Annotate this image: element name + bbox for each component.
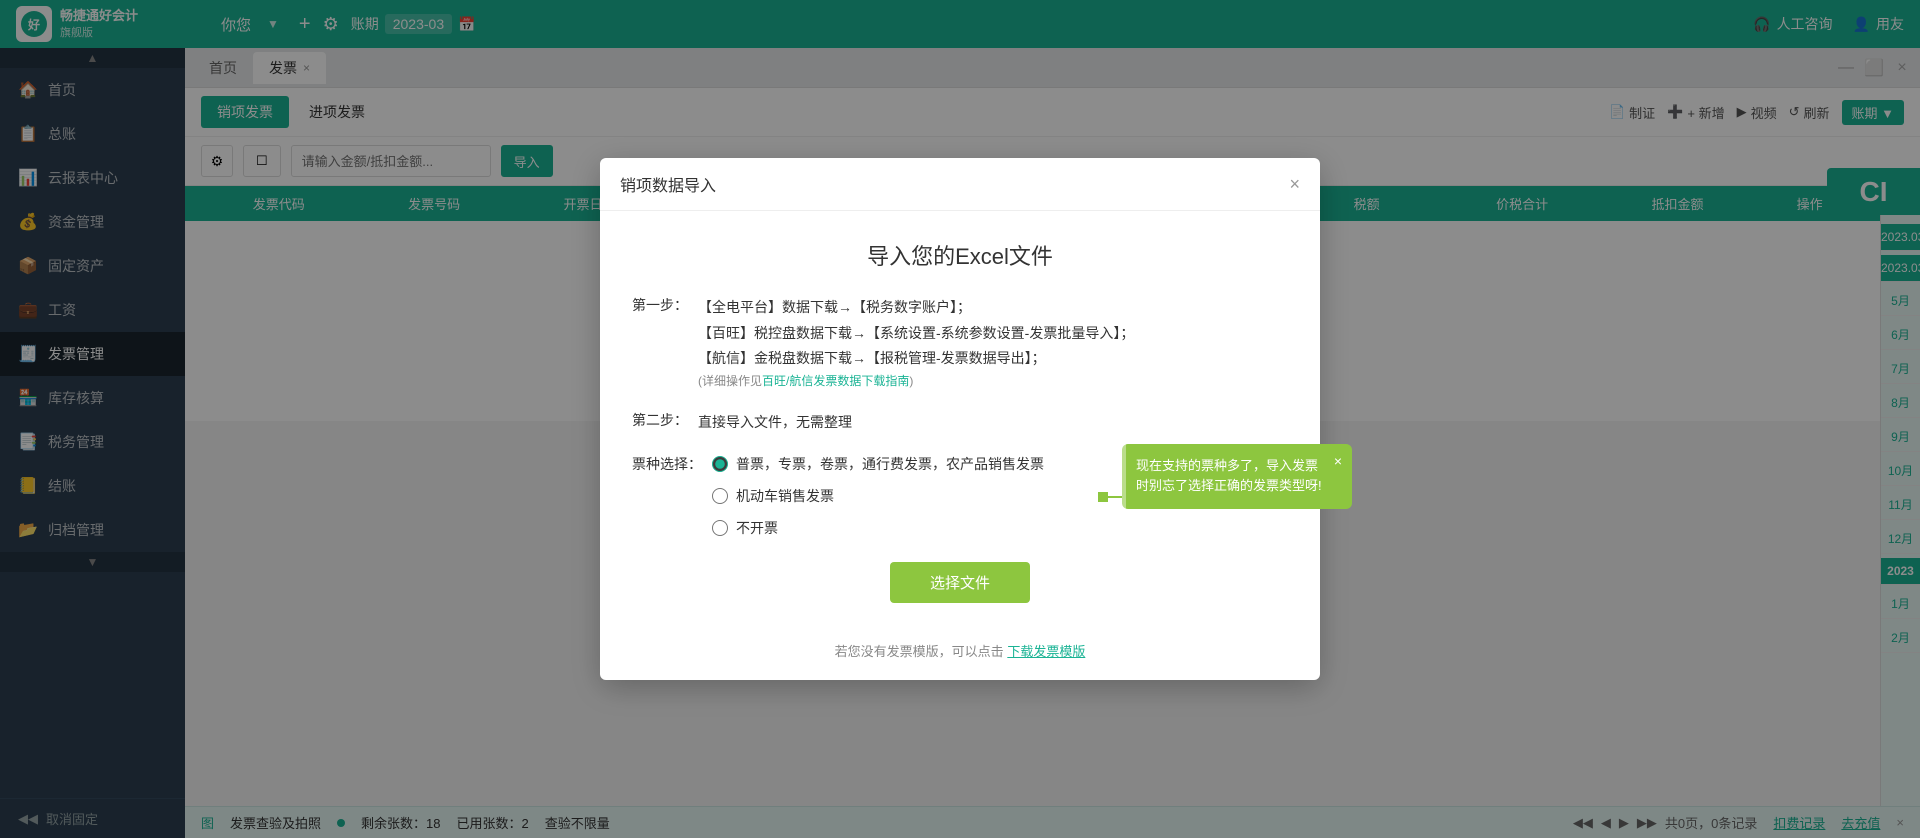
radio-input-3[interactable]: [712, 520, 728, 536]
radio-group: 普票，专票，卷票，通行费发票，农产品销售发票 机动车销售发票 不开票: [712, 454, 1044, 538]
modal-footer: 若您没有发票模版，可以点击 下载发票模版: [600, 627, 1320, 680]
radio-input-2[interactable]: [712, 488, 728, 504]
step2: 第二步： 直接导入文件，无需整理: [632, 410, 1288, 435]
ticket-label: 票种选择：: [632, 454, 702, 538]
guide-link[interactable]: 百旺/航信发票数据下载指南: [762, 374, 909, 388]
modal-title: 销项数据导入: [620, 172, 716, 196]
step1-content: 【全电平台】数据下载→【税务数字账户】； 【百旺】税控盘数据下载→【系统设置-系…: [698, 295, 1134, 392]
step2-text: 直接导入文件，无需整理: [698, 410, 852, 435]
modal-main-title: 导入您的Excel文件: [632, 239, 1288, 271]
step1-line1: 【全电平台】数据下载→【税务数字账户】；: [698, 295, 1134, 320]
modal-body: 导入您的Excel文件 第一步： 【全电平台】数据下载→【税务数字账户】； 【百…: [600, 211, 1320, 626]
modal-dialog: 销项数据导入 × 导入您的Excel文件 第一步： 【全电平台】数据下载→【税务…: [600, 158, 1320, 679]
step1-label: 第一步：: [632, 295, 688, 392]
radio-option-3[interactable]: 不开票: [712, 518, 1044, 538]
tooltip-bubble: 现在支持的票种多了，导入发票时别忘了选择正确的发票类型呀! ×: [1122, 444, 1352, 510]
radio-label-2: 机动车销售发票: [736, 486, 834, 506]
select-file-button[interactable]: 选择文件: [890, 562, 1030, 603]
radio-label-1: 普票，专票，卷票，通行费发票，农产品销售发票: [736, 454, 1044, 474]
radio-option-1[interactable]: 普票，专票，卷票，通行费发票，农产品销售发票: [712, 454, 1044, 474]
radio-label-3: 不开票: [736, 518, 778, 538]
step1-line2: 【百旺】税控盘数据下载→【系统设置-系统参数设置-发票批量导入】；: [698, 321, 1134, 346]
footer-text: 若您没有发票模版，可以点击: [835, 644, 1004, 659]
step2-label: 第二步：: [632, 410, 688, 435]
download-template-link[interactable]: 下载发票模版: [1007, 644, 1085, 659]
tooltip-bar: [1122, 444, 1126, 510]
tooltip-container: 现在支持的票种多了，导入发票时别忘了选择正确的发票类型呀! ×: [1112, 444, 1342, 510]
modal-overlay: 销项数据导入 × 导入您的Excel文件 第一步： 【全电平台】数据下载→【税务…: [0, 0, 1920, 838]
radio-input-1[interactable]: [712, 456, 728, 472]
step1-guide-link-text: (详细操作见百旺/航信发票数据下载指南): [698, 371, 1134, 393]
step1-line3: 【航信】金税盘数据下载→【报税管理-发票数据导出】；: [698, 346, 1134, 371]
tooltip-text: 现在支持的票种多了，导入发票时别忘了选择正确的发票类型呀!: [1136, 458, 1322, 494]
tooltip-close-btn[interactable]: ×: [1334, 450, 1342, 472]
step1: 第一步： 【全电平台】数据下载→【税务数字账户】； 【百旺】税控盘数据下载→【系…: [632, 295, 1288, 392]
radio-option-2[interactable]: 机动车销售发票: [712, 486, 1044, 506]
modal-close-button[interactable]: ×: [1289, 174, 1300, 195]
modal-header: 销项数据导入 ×: [600, 158, 1320, 211]
ticket-selection: 票种选择： 普票，专票，卷票，通行费发票，农产品销售发票 机动车销售发票 不开票: [632, 454, 1288, 538]
